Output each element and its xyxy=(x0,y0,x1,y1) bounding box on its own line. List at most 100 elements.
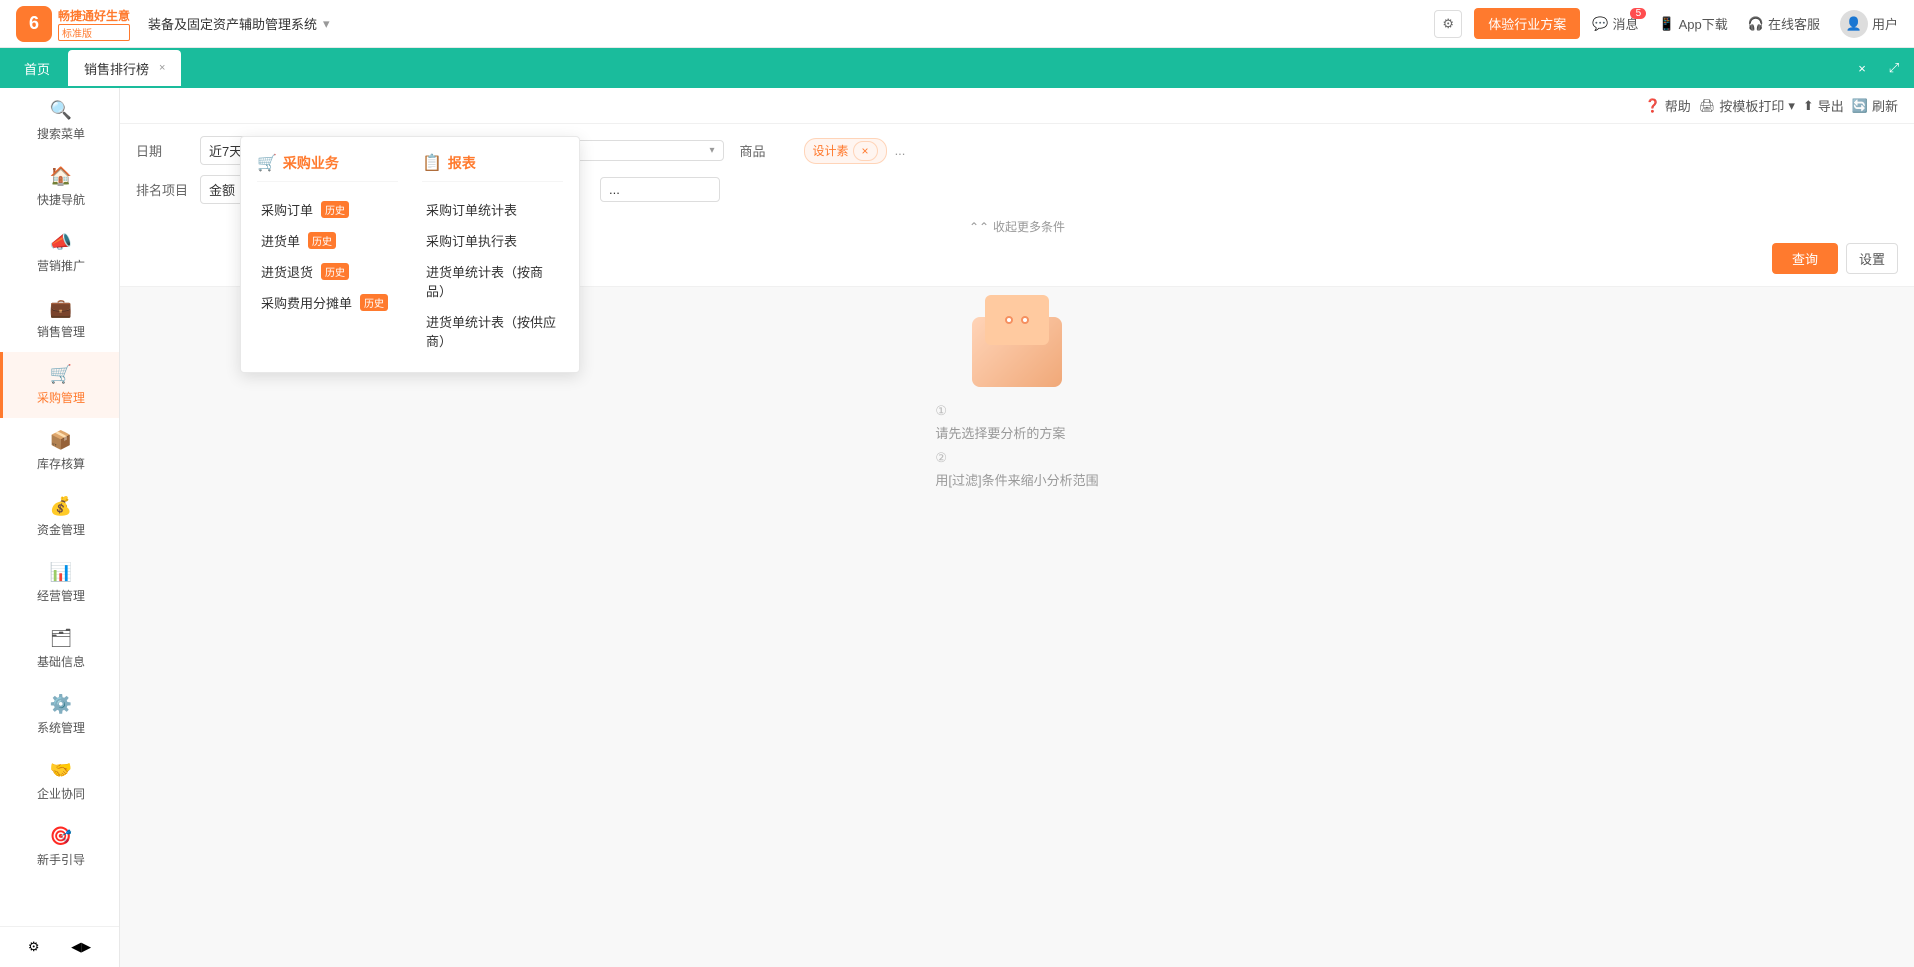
headset-icon: 🎧 xyxy=(1748,16,1764,32)
goods-dots[interactable]: ... xyxy=(895,143,906,158)
sidebar-item-system[interactable]: ⚙️ 系统管理 xyxy=(0,682,119,748)
empty-illustration xyxy=(957,287,1077,387)
refresh-button[interactable]: 🔄 刷新 xyxy=(1852,96,1898,115)
empty-text: ① 请先选择要分析的方案 ② 用[过滤]条件来缩小分析范围 xyxy=(935,399,1098,493)
tab-sales-rank[interactable]: 销售排行榜 × xyxy=(68,50,181,86)
toolbar-right: ❓ 帮助 🖨 按模板打印 ▾ ⬆ 导出 🔄 刷新 xyxy=(1645,96,1898,115)
incoming-return-item[interactable]: 进货退货 历史 xyxy=(257,256,398,287)
sidebar-inventory-label: 库存核算 xyxy=(37,455,85,472)
goods-tag-close[interactable]: × xyxy=(853,141,878,161)
sidebar-item-inventory[interactable]: 📦 库存核算 xyxy=(0,418,119,484)
help-label: 帮助 xyxy=(1665,96,1691,115)
sidebar-enterprise-label: 企业协同 xyxy=(37,785,85,802)
sidebar-item-enterprise[interactable]: 🤝 企业协同 xyxy=(0,748,119,814)
sidebar-operations-label: 经营管理 xyxy=(37,587,85,604)
purchase-order-label: 采购订单 xyxy=(261,200,313,219)
sidebar-quicknav-label: 快捷导航 xyxy=(37,191,85,208)
purchase-business-col: 🛒 采购业务 采购订单 历史 进货单 历史 进货退货 历史 xyxy=(257,153,398,356)
print-dropdown-icon[interactable]: ▾ xyxy=(1788,98,1795,114)
sidebar-search-label: 搜索菜单 xyxy=(37,125,85,142)
tab-home[interactable]: 首页 xyxy=(8,50,66,86)
sidebar-item-finance[interactable]: 💰 资金管理 xyxy=(0,484,119,550)
print-icon: 🖨 xyxy=(1699,98,1716,114)
purchase-dropdown-menu: 🛒 采购业务 采购订单 历史 进货单 历史 进货退货 历史 xyxy=(240,136,580,373)
box-icon: 📦 xyxy=(50,430,72,451)
goods-tag: 设计素 × xyxy=(804,138,887,164)
tabsbar: 首页 销售排行榜 × × ⤢ xyxy=(0,48,1914,88)
cart-icon: 🛒 xyxy=(50,364,72,385)
rank-value: 金额 xyxy=(209,180,235,199)
message-icon: 💬 xyxy=(1592,16,1608,32)
app-download-label: App下载 xyxy=(1679,14,1728,33)
tab-window-close-icon[interactable]: × xyxy=(1850,56,1874,80)
incoming-order-item[interactable]: 进货单 历史 xyxy=(257,225,398,256)
sidebar-item-purchase[interactable]: 🛒 采购管理 xyxy=(0,352,119,418)
sidebar-item-basic[interactable]: 🗂 基础信息 xyxy=(0,616,119,682)
empty-tip1: ① 请先选择要分析的方案 xyxy=(935,399,1098,446)
sidebar-item-newuser[interactable]: 🎯 新手引导 xyxy=(0,814,119,880)
user-menu[interactable]: 👤 用户 xyxy=(1840,10,1898,38)
help-button[interactable]: ❓ 帮助 xyxy=(1645,96,1691,115)
money-icon: 💰 xyxy=(50,496,72,517)
sidebar-item-quicknav[interactable]: 🏠 快捷导航 xyxy=(0,154,119,220)
megaphone-icon: 📣 xyxy=(50,232,72,253)
purchase-order-item[interactable]: 采购订单 历史 xyxy=(257,194,398,225)
date-7days-label: 近7天 xyxy=(209,141,242,160)
sidebar-item-sales[interactable]: 💼 销售管理 xyxy=(0,286,119,352)
user-label: 用户 xyxy=(1872,14,1898,33)
sidebar-basic-label: 基础信息 xyxy=(37,653,85,670)
online-service-label: 在线客服 xyxy=(1768,14,1820,33)
empty-tip2: ② 用[过滤]条件来缩小分析范围 xyxy=(935,446,1098,493)
customer-dots: ... xyxy=(609,182,620,197)
logo-badge: 标准版 xyxy=(58,24,130,41)
home-icon: 🏠 xyxy=(50,166,72,187)
voucher-status-select[interactable]: ▾ xyxy=(564,140,724,161)
target-icon: 🎯 xyxy=(50,826,72,847)
collapse-button[interactable]: ⌃⌃ 收起更多条件 xyxy=(965,214,1069,239)
export-button[interactable]: ⬆ 导出 xyxy=(1803,96,1844,115)
export-label: 导出 xyxy=(1818,96,1844,115)
tab-close-icon[interactable]: × xyxy=(159,62,165,74)
messages-button[interactable]: 💬 消息 5 xyxy=(1592,14,1638,33)
setting-button[interactable]: 设置 xyxy=(1846,243,1898,274)
print-label: 按模板打印 xyxy=(1719,96,1784,115)
incoming-stats-goods-item[interactable]: 进货单统计表（按商品） xyxy=(422,256,563,306)
incoming-stats-goods-label: 进货单统计表（按商品） xyxy=(426,262,559,300)
tab-home-label: 首页 xyxy=(24,59,50,78)
customer-select[interactable]: ... xyxy=(600,177,720,202)
goods-tag-label: 设计素 xyxy=(813,142,849,159)
sidebar-item-operations[interactable]: 📊 经营管理 xyxy=(0,550,119,616)
print-button[interactable]: 🖨 按模板打印 ▾ xyxy=(1699,96,1795,115)
settings-icon[interactable]: ⚙ xyxy=(1434,10,1462,38)
tab-window-expand-icon[interactable]: ⤢ xyxy=(1882,56,1906,80)
system-name: 装备及固定资产辅助管理系统 xyxy=(148,14,317,33)
online-service-button[interactable]: 🎧 在线客服 xyxy=(1748,14,1820,33)
handshake-icon: 🤝 xyxy=(50,760,72,781)
purchase-order-exec-item[interactable]: 采购订单执行表 xyxy=(422,225,563,256)
sidebar-bottom-settings[interactable]: ⚙ xyxy=(28,939,40,955)
app-download-button[interactable]: 📱 App下载 xyxy=(1658,14,1727,33)
sidebar-item-search[interactable]: 🔍 搜索菜单 xyxy=(0,88,119,154)
incoming-stats-supplier-label: 进货单统计表（按供应商） xyxy=(426,312,559,350)
incoming-return-history[interactable]: 历史 xyxy=(321,263,349,280)
incoming-order-history[interactable]: 历史 xyxy=(308,232,336,249)
solution-button[interactable]: 体验行业方案 xyxy=(1474,8,1580,39)
query-button[interactable]: 查询 xyxy=(1772,243,1838,274)
purchase-order-stats-item[interactable]: 采购订单统计表 xyxy=(422,194,563,225)
incoming-stats-supplier-item[interactable]: 进货单统计表（按供应商） xyxy=(422,306,563,356)
sidebar-bottom-collapse[interactable]: ◀▶ xyxy=(71,939,91,955)
empty-face xyxy=(985,295,1049,345)
gear-icon: ⚙️ xyxy=(50,694,72,715)
goods-filter: 商品 设计素 × ... xyxy=(740,138,906,164)
sidebar-newuser-label: 新手引导 xyxy=(37,851,85,868)
purchase-expense-item[interactable]: 采购费用分摊单 历史 xyxy=(257,287,398,318)
toolbar: ❓ 帮助 🖨 按模板打印 ▾ ⬆ 导出 🔄 刷新 xyxy=(120,88,1914,124)
purchase-icon: 🛒 xyxy=(257,153,277,173)
sidebar: 🔍 搜索菜单 🏠 快捷导航 📣 营销推广 💼 销售管理 🛒 采购管理 📦 库存核… xyxy=(0,88,120,967)
purchase-expense-history[interactable]: 历史 xyxy=(360,294,388,311)
sidebar-item-marketing[interactable]: 📣 营销推广 xyxy=(0,220,119,286)
tabsbar-actions: × ⤢ xyxy=(1850,56,1906,80)
search-icon: 🔍 xyxy=(50,100,72,121)
purchase-order-history[interactable]: 历史 xyxy=(321,201,349,218)
system-dropdown-icon[interactable]: ▾ xyxy=(323,16,330,32)
